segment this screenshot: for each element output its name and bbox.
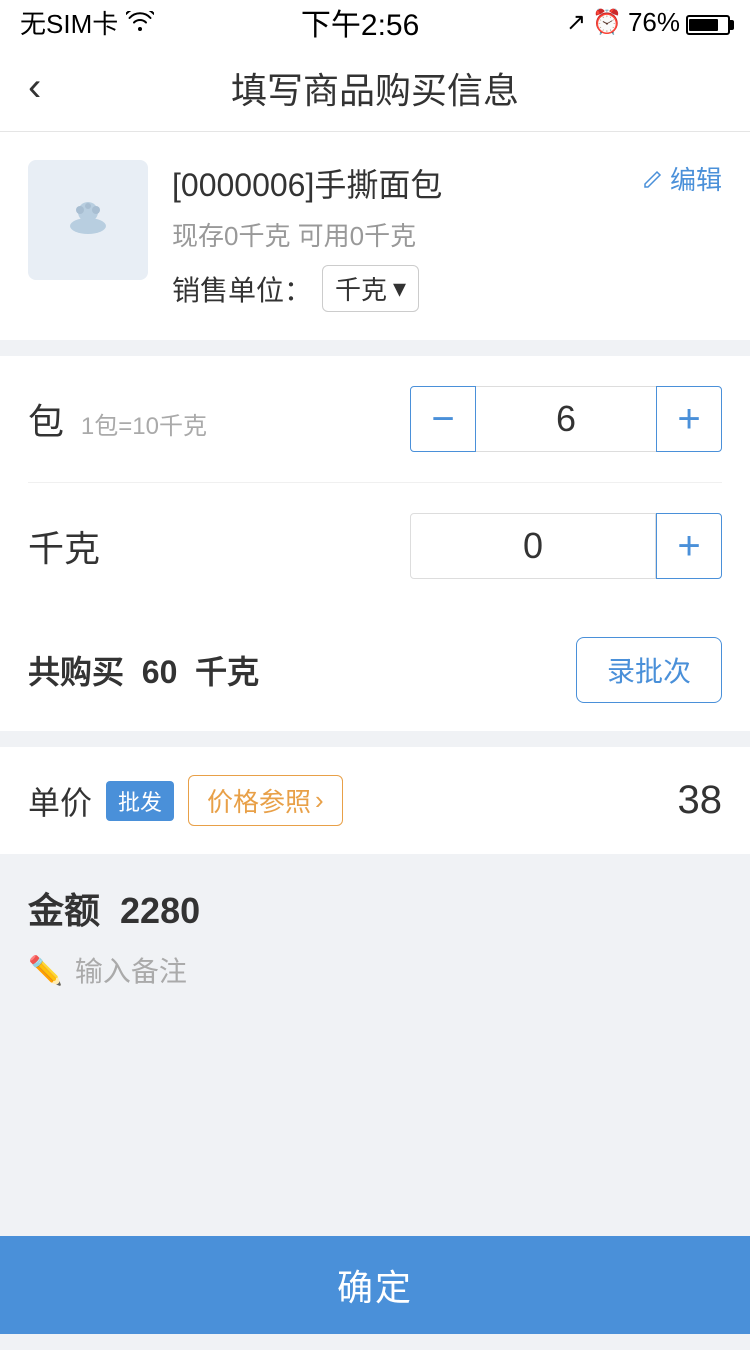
status-left: 无SIM卡 <box>20 4 154 41</box>
kg-quantity-control: + <box>410 513 722 579</box>
section-divider-1 <box>0 340 750 356</box>
status-right: ↗ ⏰ 76% <box>566 7 730 38</box>
total-label: 共购买 <box>28 654 124 690</box>
pencil-icon: ✏️ <box>28 954 63 987</box>
amount-value: 2280 <box>120 890 200 931</box>
batch-button[interactable]: 录批次 <box>576 637 722 703</box>
note-row[interactable]: ✏️ 输入备注 <box>28 950 722 1010</box>
bao-increase-button[interactable]: + <box>656 386 722 452</box>
price-ref-chevron: › <box>315 785 324 816</box>
bao-label-group: 包 1包=10千克 <box>28 393 207 445</box>
status-time: 下午2:56 <box>301 0 419 44</box>
product-name: [0000006]手撕面包 <box>172 160 722 206</box>
note-placeholder: 输入备注 <box>75 950 187 990</box>
kg-input[interactable] <box>410 513 656 579</box>
total-text: 共购买 60 千克 <box>28 647 259 693</box>
status-bar: 无SIM卡 下午2:56 ↗ ⏰ 76% <box>0 0 750 44</box>
battery-label: 76% <box>628 7 680 38</box>
bao-sublabel: 1包=10千克 <box>81 413 207 440</box>
nav-bar: ‹ 填写商品购买信息 <box>0 44 750 132</box>
price-left: 单价 批发 价格参照 › <box>28 775 343 826</box>
unit-select[interactable]: 千克 ▾ <box>322 265 419 312</box>
bao-row: 包 1包=10千克 − + <box>28 356 722 483</box>
bao-decrease-button[interactable]: − <box>410 386 476 452</box>
amount-label: 金额 <box>28 890 100 931</box>
product-card: [0000006]手撕面包 现存0千克 可用0千克 销售单位： 千克 ▾ 编辑 <box>0 132 750 340</box>
kg-increase-button[interactable]: + <box>656 513 722 579</box>
location-icon: ↗ <box>566 8 586 37</box>
product-stock: 现存0千克 可用0千克 <box>172 216 722 253</box>
product-image <box>28 160 148 280</box>
alarm-icon: ⏰ <box>592 8 622 37</box>
total-row: 共购买 60 千克 录批次 <box>0 609 750 731</box>
unit-label: 销售单位： <box>172 269 312 309</box>
carrier-label: 无SIM卡 <box>20 4 118 41</box>
bao-input[interactable] <box>476 386 656 452</box>
price-section: 单价 批发 价格参照 › 38 <box>0 747 750 854</box>
kg-label-group: 千克 <box>28 520 100 572</box>
bao-quantity-control: − + <box>410 386 722 452</box>
total-unit: 千克 <box>195 654 259 690</box>
price-ref-button[interactable]: 价格参照 › <box>188 775 343 826</box>
back-button[interactable]: ‹ <box>28 65 41 110</box>
kg-row: 千克 + <box>28 483 722 609</box>
price-label: 单价 <box>28 778 92 824</box>
amount-section: 金额 2280 ✏️ 输入备注 <box>0 854 750 1010</box>
price-tag-batch: 批发 <box>106 781 174 821</box>
bao-label: 包 <box>28 401 64 442</box>
wifi-icon <box>126 7 154 38</box>
edit-button[interactable]: 编辑 <box>642 160 722 197</box>
total-amount: 60 <box>142 654 178 690</box>
section-divider-2 <box>0 731 750 747</box>
kg-label: 千克 <box>28 528 100 569</box>
battery-icon <box>686 7 730 38</box>
page-title: 填写商品购买信息 <box>231 62 519 114</box>
price-value: 38 <box>678 778 723 823</box>
product-info: [0000006]手撕面包 现存0千克 可用0千克 销售单位： 千克 ▾ <box>172 160 722 312</box>
product-unit-row: 销售单位： 千克 ▾ <box>172 265 722 312</box>
input-section: 包 1包=10千克 − + 千克 + <box>0 356 750 609</box>
confirm-button[interactable]: 确定 <box>0 1236 750 1334</box>
amount-row: 金额 2280 <box>28 882 722 934</box>
chevron-down-icon: ▾ <box>393 273 406 304</box>
